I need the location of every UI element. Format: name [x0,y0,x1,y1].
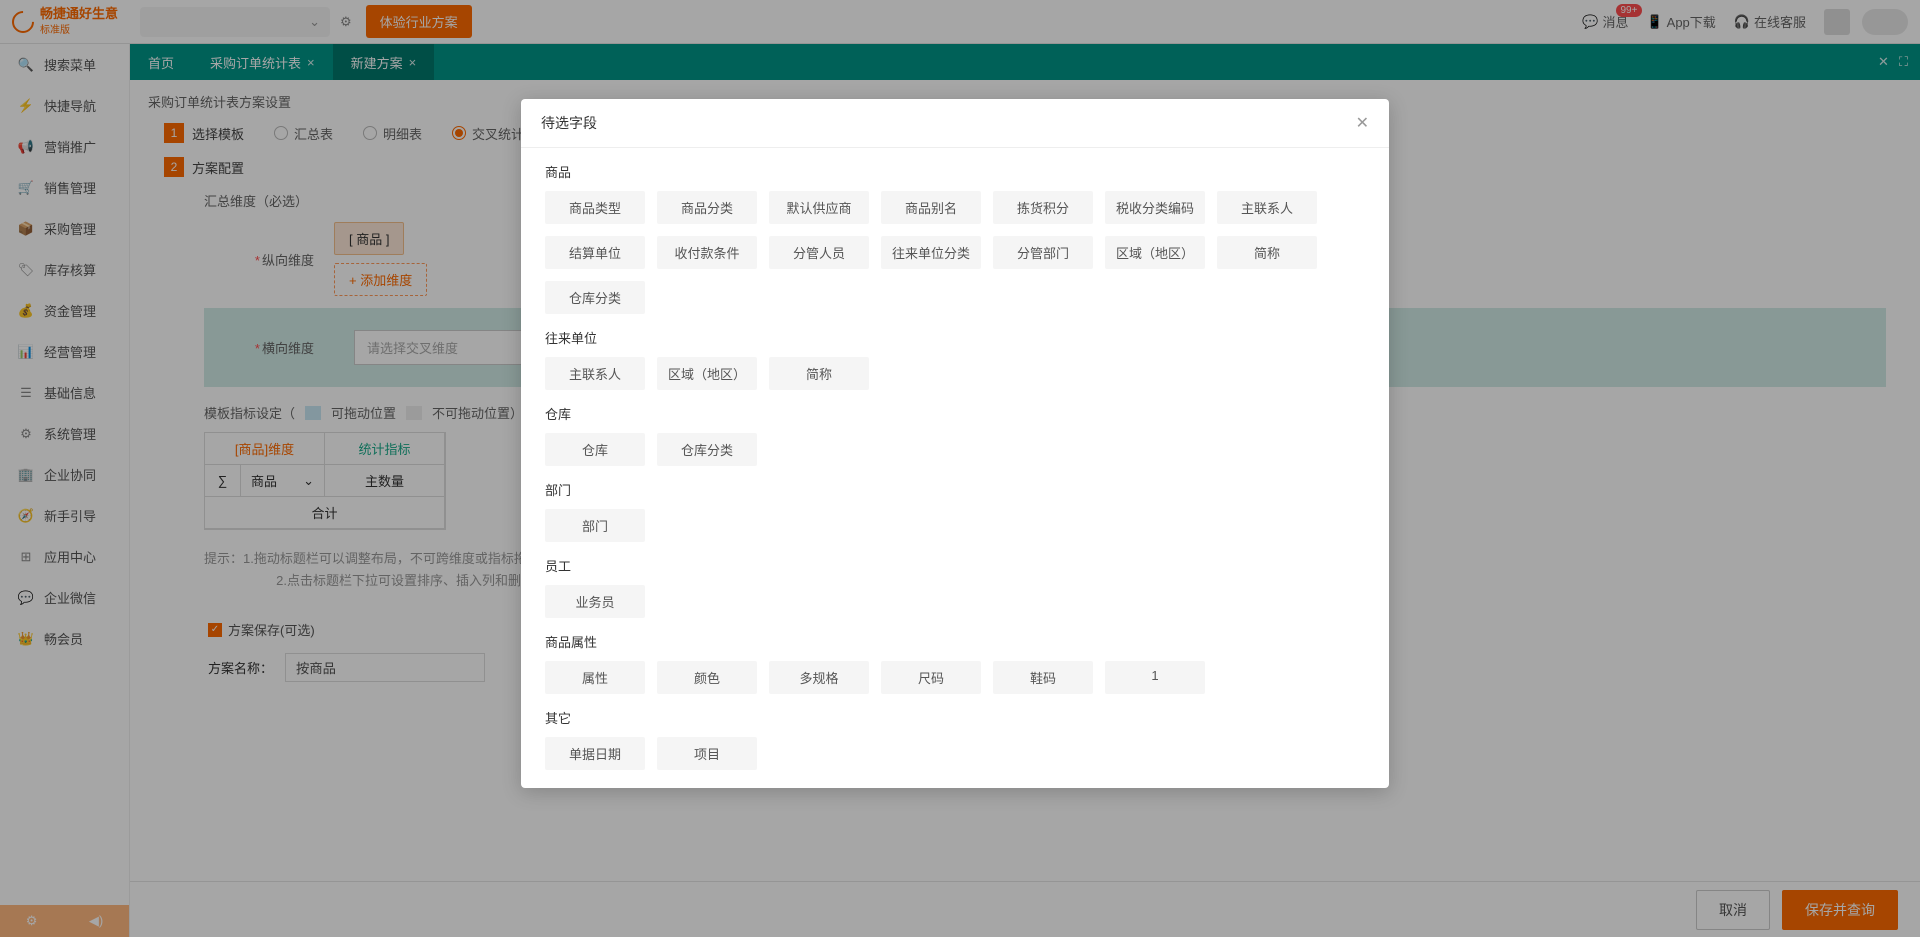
field-chip[interactable]: 主联系人 [545,357,645,390]
field-chip[interactable]: 1 [1105,661,1205,694]
field-chip[interactable]: 区域（地区） [1105,236,1205,269]
modal-body: 商品商品类型商品分类默认供应商商品别名拣货积分税收分类编码主联系人结算单位收付款… [521,148,1389,788]
field-group: 仓库仓库仓库分类 [545,404,1365,466]
field-chip-row: 仓库仓库分类 [545,433,1365,466]
field-chip[interactable]: 颜色 [657,661,757,694]
field-chip-row: 主联系人区域（地区） 简称 [545,357,1365,390]
field-chip[interactable]: 默认供应商 [769,191,869,224]
field-chip-row: 单据日期项目 [545,737,1365,770]
field-chip[interactable]: 属性 [545,661,645,694]
field-chip[interactable]: 项目 [657,737,757,770]
field-group-title: 商品属性 [545,632,1365,651]
field-chip-row: 属性颜色多规格尺码鞋码 1 [545,661,1365,694]
field-chip[interactable]: 仓库分类 [545,281,645,314]
field-chip[interactable]: 区域（地区） [657,357,757,390]
field-group: 部门部门 [545,480,1365,542]
field-chip[interactable]: 部门 [545,509,645,542]
field-chip[interactable]: 收付款条件 [657,236,757,269]
modal-title: 待选字段 [541,113,597,133]
field-group-title: 员工 [545,556,1365,575]
field-chip[interactable]: 简称 [769,357,869,390]
field-group-title: 其它 [545,708,1365,727]
field-chip[interactable]: 鞋码 [993,661,1093,694]
field-chip[interactable]: 业务员 [545,585,645,618]
field-group-title: 仓库 [545,404,1365,423]
field-group: 往来单位主联系人区域（地区） 简称 [545,328,1365,390]
field-chip[interactable]: 分管部门 [993,236,1093,269]
field-group: 商品商品类型商品分类默认供应商商品别名拣货积分税收分类编码主联系人结算单位收付款… [545,162,1365,314]
field-chip[interactable]: 分管人员 [769,236,869,269]
field-chip[interactable]: 拣货积分 [993,191,1093,224]
field-group: 员工业务员 [545,556,1365,618]
field-group-title: 商品 [545,162,1365,181]
field-chip-row: 部门 [545,509,1365,542]
field-chip[interactable]: 尺码 [881,661,981,694]
field-chip[interactable]: 结算单位 [545,236,645,269]
field-chip[interactable]: 主联系人 [1217,191,1317,224]
field-chip-row: 商品类型商品分类默认供应商商品别名拣货积分税收分类编码主联系人结算单位收付款条件… [545,191,1365,314]
field-chip[interactable]: 多规格 [769,661,869,694]
field-picker-modal: 待选字段 ✕ 商品商品类型商品分类默认供应商商品别名拣货积分税收分类编码主联系人… [521,99,1389,788]
field-group-title: 往来单位 [545,328,1365,347]
field-chip[interactable]: 简称 [1217,236,1317,269]
field-chip[interactable]: 单据日期 [545,737,645,770]
field-chip[interactable]: 税收分类编码 [1105,191,1205,224]
close-icon[interactable]: ✕ [1356,113,1369,133]
field-group: 商品属性属性颜色多规格尺码鞋码 1 [545,632,1365,694]
field-group-title: 部门 [545,480,1365,499]
field-chip[interactable]: 商品分类 [657,191,757,224]
field-chip[interactable]: 商品别名 [881,191,981,224]
field-chip[interactable]: 往来单位分类 [881,236,981,269]
modal-header: 待选字段 ✕ [521,99,1389,148]
field-group: 其它单据日期项目 [545,708,1365,770]
field-chip-row: 业务员 [545,585,1365,618]
field-chip[interactable]: 仓库 [545,433,645,466]
field-chip[interactable]: 商品类型 [545,191,645,224]
field-chip[interactable]: 仓库分类 [657,433,757,466]
